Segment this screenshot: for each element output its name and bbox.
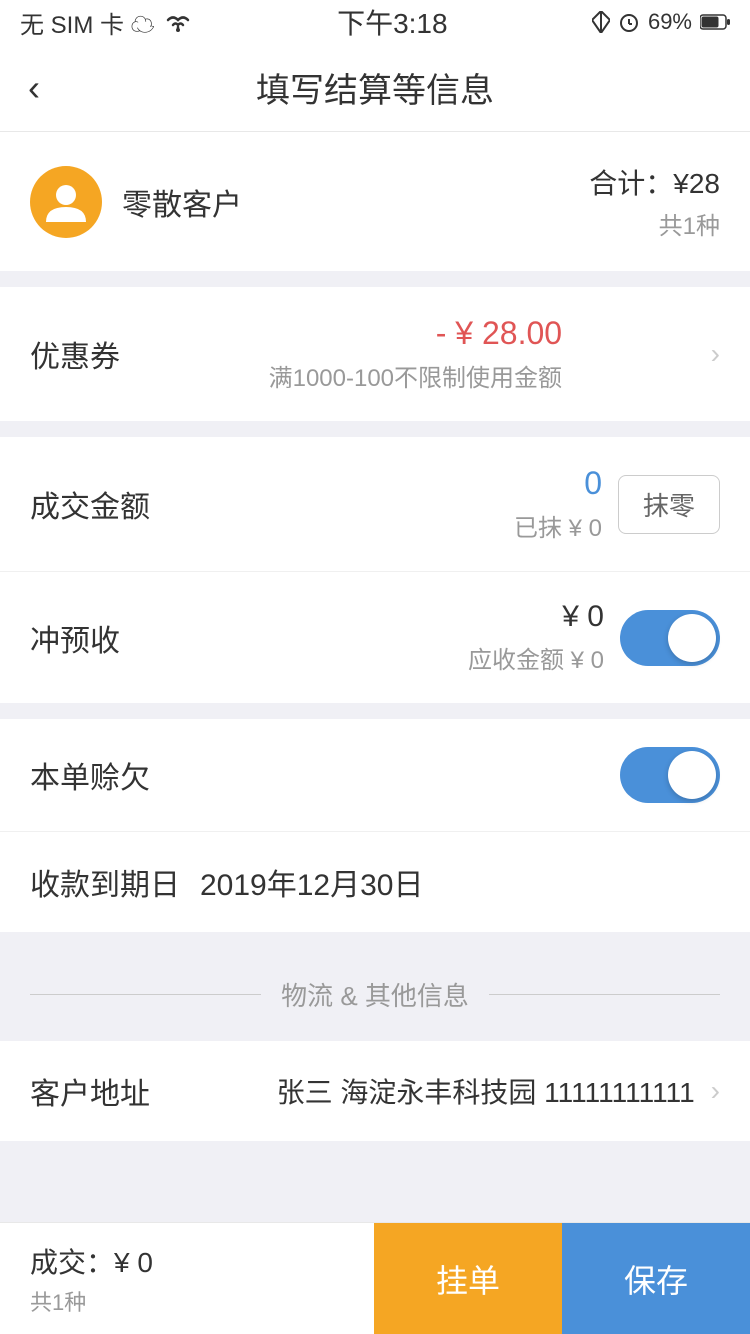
bottom-bar: 成交：¥ 0 共1种 挂单 保存	[0, 1222, 750, 1334]
hang-button[interactable]: 挂单	[374, 1223, 562, 1334]
sim-status: 无 SIM 卡 ☁	[20, 5, 155, 40]
customer-name: 零散客户	[122, 180, 242, 224]
address-value: 张三 海淀永丰科技园 11111111111	[150, 1071, 711, 1111]
back-button[interactable]: ‹	[28, 67, 40, 109]
bottom-info: 成交：¥ 0 共1种	[0, 1241, 374, 1317]
credit-label: 本单赊欠	[30, 753, 150, 797]
wifi-icon	[163, 11, 193, 33]
prepay-sub: 应收金额 ¥ 0	[468, 640, 604, 675]
battery-pct: 69%	[648, 9, 692, 35]
chevron-right-icon: ›	[711, 338, 720, 370]
coupon-row[interactable]: 优惠券 - ¥ 28.00 满1000-100不限制使用金额 ›	[0, 287, 750, 421]
page-title: 填写结算等信息	[256, 63, 494, 112]
status-bar: 无 SIM 卡 ☁ 下午3:18 69%	[0, 0, 750, 44]
coupon-sub: 满1000-100不限制使用金额	[269, 358, 562, 393]
nav-bar: ‹ 填写结算等信息	[0, 44, 750, 132]
toggle-knob	[668, 614, 716, 662]
deal-amount-row: 成交金额 0 已抹 ¥ 0 抹零	[0, 437, 750, 572]
deal-amount-sub: 已抹 ¥ 0	[514, 508, 602, 543]
deal-prepay-section: 成交金额 0 已抹 ¥ 0 抹零 冲预收 ¥ 0 应收金额 ¥ 0	[0, 437, 750, 703]
address-section: 客户地址 张三 海淀永丰科技园 11111111111 ›	[0, 1041, 750, 1141]
customer-right: 合计：¥28 共1种	[589, 162, 720, 241]
deal-amount-value: 0	[514, 465, 602, 502]
address-row[interactable]: 客户地址 张三 海淀永丰科技园 11111111111 ›	[0, 1041, 750, 1141]
coupon-section: 优惠券 - ¥ 28.00 满1000-100不限制使用金额 ›	[0, 287, 750, 421]
logistics-divider: 物流 & 其他信息	[0, 948, 750, 1041]
alarm-icon	[618, 11, 640, 33]
credit-section: 本单赊欠 收款到期日 2019年12月30日	[0, 719, 750, 932]
coupon-value: - ¥ 28.00	[269, 315, 562, 352]
address-label: 客户地址	[30, 1069, 150, 1113]
credit-row: 本单赊欠	[0, 719, 750, 832]
status-time: 下午3:18	[337, 2, 448, 42]
address-chevron-icon: ›	[711, 1075, 720, 1107]
bottom-deal: 成交：¥ 0	[30, 1241, 344, 1281]
status-right: 69%	[592, 9, 730, 35]
deal-amount-right: 0 已抹 ¥ 0 抹零	[514, 465, 720, 543]
mo-ling-button[interactable]: 抹零	[618, 475, 720, 534]
bottom-deal-value: ¥ 0	[114, 1247, 153, 1278]
prepay-toggle[interactable]	[620, 610, 720, 666]
save-button[interactable]: 保存	[562, 1223, 750, 1334]
divider-line-right	[489, 994, 720, 995]
avatar	[30, 166, 102, 238]
coupon-label: 优惠券	[30, 332, 120, 376]
prepay-row: 冲预收 ¥ 0 应收金额 ¥ 0	[0, 572, 750, 703]
prepay-label: 冲预收	[30, 616, 120, 660]
due-date-label: 收款到期日	[30, 860, 180, 904]
divider-line-left	[30, 994, 261, 995]
customer-total: 合计：¥28	[589, 162, 720, 202]
prepay-right: ¥ 0 应收金额 ¥ 0	[468, 600, 720, 675]
bottom-deal-label: 成交：	[30, 1247, 114, 1278]
due-date-value: 2019年12月30日	[200, 860, 423, 904]
customer-count: 共1种	[589, 206, 720, 241]
customer-left: 零散客户	[30, 166, 242, 238]
logistics-divider-text: 物流 & 其他信息	[281, 976, 469, 1013]
content: 零散客户 合计：¥28 共1种 优惠券 - ¥ 28.00 满1000-100不…	[0, 132, 750, 1277]
credit-toggle[interactable]	[620, 747, 720, 803]
due-date-row: 收款到期日 2019年12月30日	[0, 832, 750, 932]
credit-toggle-knob	[668, 751, 716, 799]
location-icon	[592, 11, 610, 33]
battery-icon	[700, 14, 730, 30]
deal-amount-label: 成交金额	[30, 482, 150, 526]
customer-row: 零散客户 合计：¥28 共1种	[0, 132, 750, 271]
status-left: 无 SIM 卡 ☁	[20, 5, 193, 40]
bottom-count: 共1种	[30, 1285, 344, 1317]
prepay-value: ¥ 0	[468, 600, 604, 634]
